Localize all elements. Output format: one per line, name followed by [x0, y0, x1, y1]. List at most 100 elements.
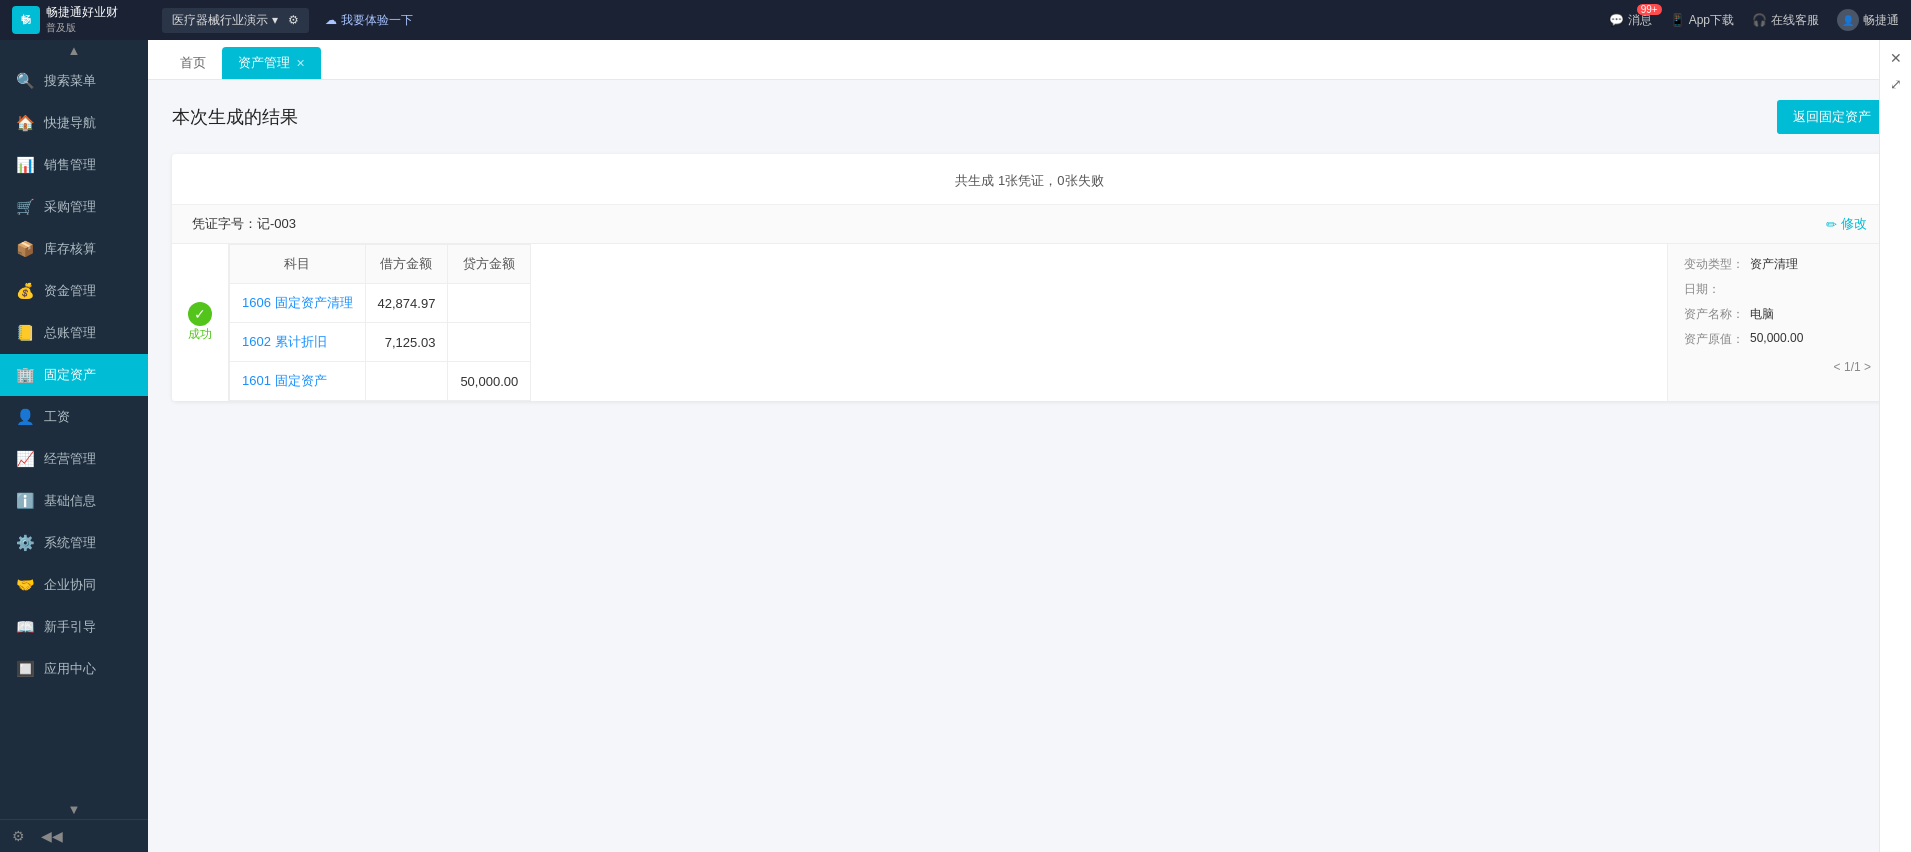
cloud-icon: ☁ [325, 13, 337, 27]
next-page-icon[interactable]: > [1864, 360, 1871, 374]
experience-label: 我要体验一下 [341, 12, 413, 29]
sidebar-item-label: 工资 [44, 408, 70, 426]
content-area: 首页 资产管理 ✕ 本次生成的结果 返回固定资产 共生成 1张凭证，0张失败 凭… [148, 40, 1911, 852]
page-indicator: 1/1 [1844, 360, 1864, 374]
tab-bar: 首页 资产管理 ✕ [148, 40, 1911, 80]
asset-value-value: 50,000.00 [1750, 331, 1803, 345]
change-type-value: 资产清理 [1750, 256, 1798, 273]
sidebar-item-app-center[interactable]: 🔲 应用中心 [0, 648, 148, 690]
table-row: 1601 固定资产 50,000.00 [230, 362, 531, 401]
success-icon: ✓ [188, 302, 212, 326]
settings-icon[interactable]: ⚙ [288, 13, 299, 27]
tab-asset-mgmt-label: 资产管理 [238, 54, 290, 72]
service-icon: 🎧 [1752, 13, 1767, 27]
logo-sub: 普及版 [46, 21, 118, 35]
avatar: 👤 [1837, 9, 1859, 31]
app-download-button[interactable]: 📱 App下载 [1670, 12, 1734, 29]
sidebar-item-search[interactable]: 🔍 搜索菜单 [0, 60, 148, 102]
close-icon[interactable]: ✕ [1890, 50, 1902, 66]
tab-close-icon[interactable]: ✕ [296, 57, 305, 70]
asset-name-value: 电脑 [1750, 306, 1774, 323]
online-service-label: 在线客服 [1771, 12, 1819, 29]
collapse-sidebar-icon[interactable]: ◀◀ [41, 828, 63, 844]
sidebar-item-finance[interactable]: 💰 资金管理 [0, 270, 148, 312]
voucher-status-col: ✓ 成功 [172, 244, 229, 401]
sidebar-item-label: 资金管理 [44, 282, 96, 300]
sidebar-item-salary[interactable]: 👤 工资 [0, 396, 148, 438]
date-row: 日期： [1684, 281, 1871, 298]
col-credit: 贷方金额 [448, 245, 531, 284]
salary-icon: 👤 [16, 408, 34, 426]
subject-cell[interactable]: 1601 固定资产 [230, 362, 366, 401]
app-download-label: App下载 [1689, 12, 1734, 29]
table-row: 1606 固定资产清理 42,874.97 [230, 284, 531, 323]
subject-cell[interactable]: 1606 固定资产清理 [230, 284, 366, 323]
settings-bottom-icon[interactable]: ⚙ [12, 828, 25, 844]
sales-icon: 📊 [16, 156, 34, 174]
asset-value-label: 资产原值： [1684, 331, 1744, 348]
voucher-header: 凭证字号：记-003 ✏ 修改 [172, 205, 1887, 244]
sidebar-item-label: 经营管理 [44, 450, 96, 468]
sidebar-item-label: 企业协同 [44, 576, 96, 594]
online-service-button[interactable]: 🎧 在线客服 [1752, 12, 1819, 29]
debit-cell: 7,125.03 [365, 323, 448, 362]
experience-button[interactable]: ☁ 我要体验一下 [325, 12, 413, 29]
tab-home-label: 首页 [180, 54, 206, 72]
sidebar-item-guide[interactable]: 📖 新手引导 [0, 606, 148, 648]
page-title: 本次生成的结果 [172, 105, 298, 129]
ledger-icon: 📒 [16, 324, 34, 342]
col-subject: 科目 [230, 245, 366, 284]
credit-cell [448, 284, 531, 323]
sidebar-item-inventory[interactable]: 📦 库存核算 [0, 228, 148, 270]
subject-cell[interactable]: 1602 累计折旧 [230, 323, 366, 362]
page-header: 本次生成的结果 返回固定资产 [172, 100, 1887, 134]
sidebar-item-label: 新手引导 [44, 618, 96, 636]
sidebar-item-sales[interactable]: 📊 销售管理 [0, 144, 148, 186]
download-icon: 📱 [1670, 13, 1685, 27]
success-text: 成功 [188, 326, 212, 343]
voucher-edit-button[interactable]: ✏ 修改 [1826, 215, 1867, 233]
table-row: 1602 累计折旧 7,125.03 [230, 323, 531, 362]
expand-icon[interactable]: ⤢ [1890, 76, 1902, 92]
sidebar-scroll-up[interactable]: ▲ [0, 40, 148, 60]
asset-name-label: 资产名称： [1684, 306, 1744, 323]
sidebar-item-label: 应用中心 [44, 660, 96, 678]
message-badge: 99+ [1637, 4, 1662, 15]
change-type-label: 变动类型： [1684, 256, 1744, 273]
sidebar-item-fixed-assets[interactable]: 🏢 固定资产 [0, 354, 148, 396]
fixed-assets-icon: 🏢 [16, 366, 34, 384]
home-icon: 🏠 [16, 114, 34, 132]
sidebar-item-purchase[interactable]: 🛒 采购管理 [0, 186, 148, 228]
username: 畅捷通 [1863, 12, 1899, 29]
sidebar-item-enterprise[interactable]: 🤝 企业协同 [0, 564, 148, 606]
sidebar-item-label: 总账管理 [44, 324, 96, 342]
sidebar-scroll-down[interactable]: ▼ [0, 799, 148, 819]
voucher-number: 凭证字号：记-003 [192, 215, 296, 233]
tab-home[interactable]: 首页 [164, 47, 222, 79]
user-profile[interactable]: 👤 畅捷通 [1837, 9, 1899, 31]
credit-cell: 50,000.00 [448, 362, 531, 401]
sidebar-item-label: 基础信息 [44, 492, 96, 510]
message-button[interactable]: 💬 消息 99+ [1609, 12, 1652, 29]
purchase-icon: 🛒 [16, 198, 34, 216]
prev-page-icon[interactable]: < [1834, 360, 1841, 374]
basic-info-icon: ℹ️ [16, 492, 34, 510]
right-panel: ✕ ⤢ [1879, 40, 1911, 852]
project-selector[interactable]: 医疗器械行业演示 ▾ ⚙ [162, 8, 309, 33]
side-info-panel: 变动类型： 资产清理 日期： 资产名称： 电脑 [1667, 244, 1887, 401]
message-icon: 💬 [1609, 13, 1624, 27]
side-info-pagination[interactable]: < 1/1 > [1684, 360, 1871, 374]
edit-label: 修改 [1841, 215, 1867, 233]
sidebar-item-quick-nav[interactable]: 🏠 快捷导航 [0, 102, 148, 144]
app-center-icon: 🔲 [16, 660, 34, 678]
tab-asset-mgmt[interactable]: 资产管理 ✕ [222, 47, 321, 79]
sidebar-item-system[interactable]: ⚙️ 系统管理 [0, 522, 148, 564]
sidebar-item-operations[interactable]: 📈 经营管理 [0, 438, 148, 480]
result-summary: 共生成 1张凭证，0张失败 [172, 154, 1887, 205]
main-layout: ▲ 🔍 搜索菜单 🏠 快捷导航 📊 销售管理 🛒 采购管理 📦 库存核算 [0, 40, 1911, 852]
return-button[interactable]: 返回固定资产 [1777, 100, 1887, 134]
sidebar-item-basic-info[interactable]: ℹ️ 基础信息 [0, 480, 148, 522]
sidebar-item-ledger[interactable]: 📒 总账管理 [0, 312, 148, 354]
asset-name-row: 资产名称： 电脑 [1684, 306, 1871, 323]
guide-icon: 📖 [16, 618, 34, 636]
